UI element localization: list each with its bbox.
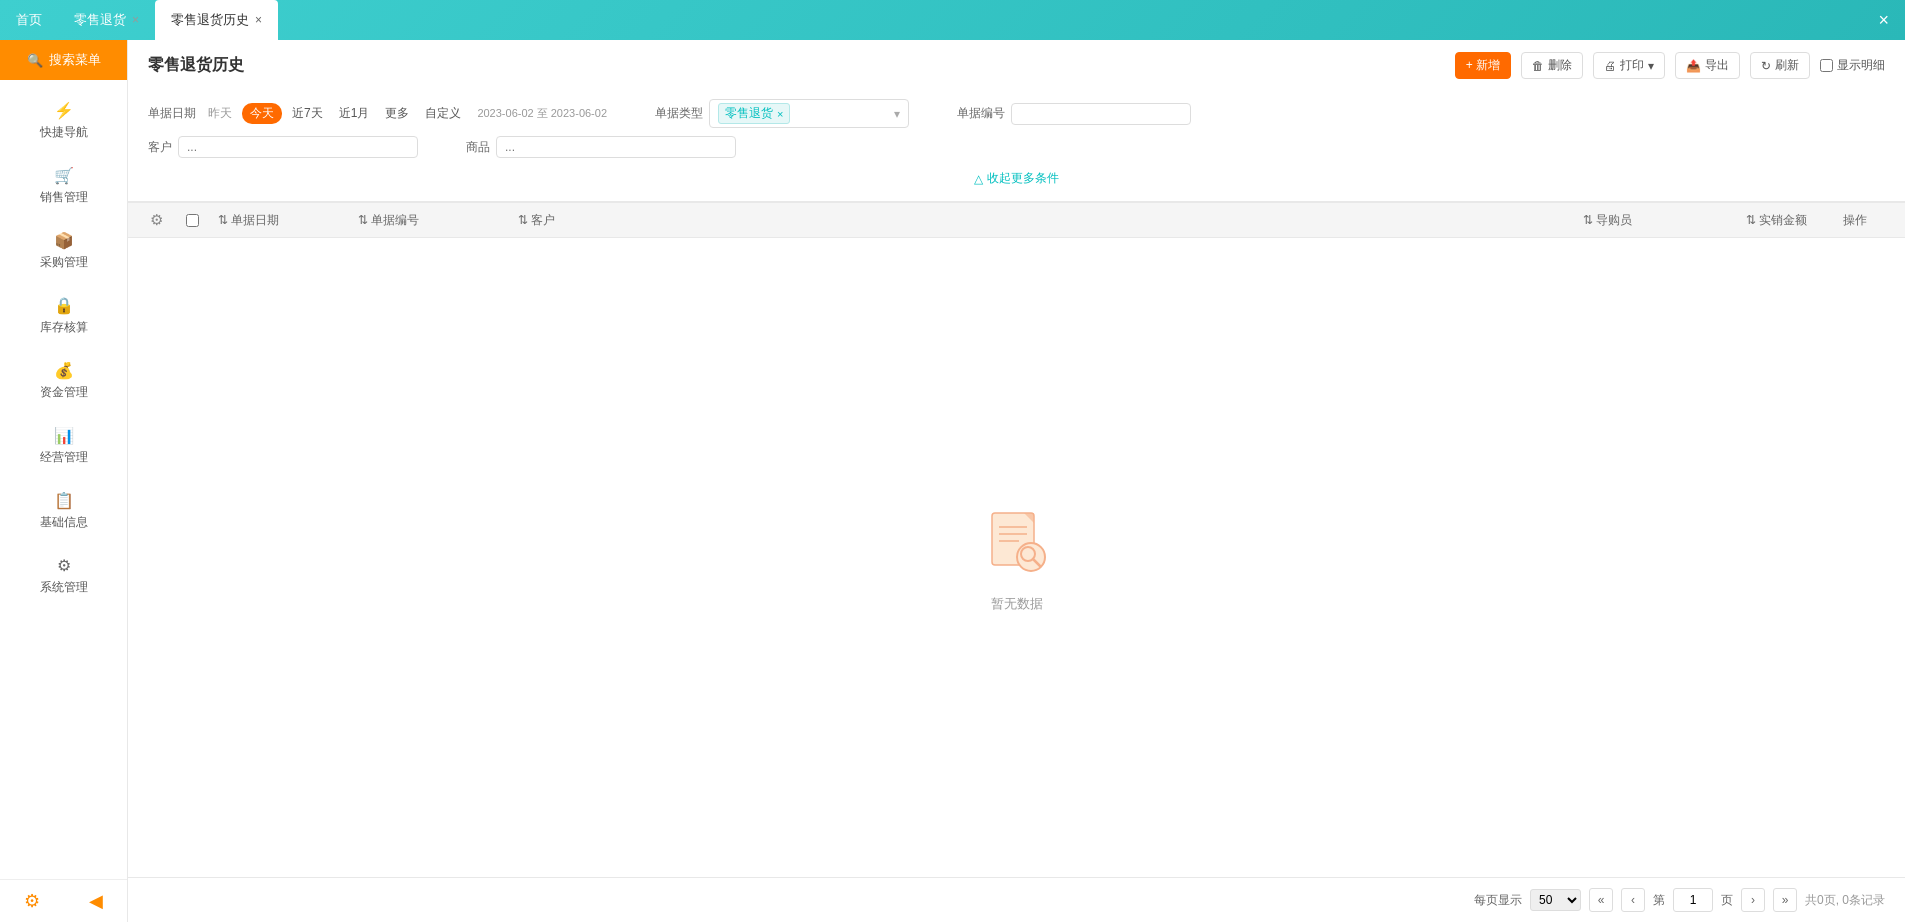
refresh-button[interactable]: ↻ 刷新 [1750, 52, 1810, 79]
customer-filter: 客户 [148, 136, 418, 158]
sidebar-nav: ⚡ 快捷导航 🛒 销售管理 📦 采购管理 🔒 库存核算 💰 资金管理 📊 [0, 80, 127, 879]
show-detail-checkbox-group: 显示明细 [1820, 57, 1885, 74]
sales-icon: 🛒 [54, 165, 74, 185]
new-button[interactable]: + 新增 [1455, 52, 1511, 79]
delete-icon: 🗑 [1532, 59, 1544, 73]
doc-no-input[interactable] [1011, 103, 1191, 125]
filter-row-1: 单据日期 昨天 今天 近7天 近1月 更多 自定义 2023-06-02 至 2… [148, 99, 1885, 128]
date-options: 昨天 今天 近7天 近1月 更多 自定义 [202, 103, 467, 124]
print-button[interactable]: 🖨 打印 ▾ [1593, 52, 1665, 79]
sidebar-item-sales-mgmt[interactable]: 🛒 销售管理 [0, 153, 127, 218]
pagination: 每页显示 50 10 20 100 « ‹ 第 页 › » 共0页, 0条记录 [128, 877, 1905, 922]
collapse-sidebar-icon[interactable]: ◀ [89, 890, 103, 912]
th-doc-date[interactable]: ⇅ 单据日期 [210, 212, 350, 229]
sidebar-item-quick-nav[interactable]: ⚡ 快捷导航 [0, 88, 127, 153]
inventory-icon: 🔒 [54, 295, 74, 315]
today-option[interactable]: 今天 [242, 103, 282, 124]
sidebar: 🔍 搜索菜单 ⚡ 快捷导航 🛒 销售管理 📦 采购管理 🔒 库存核算 💰 [0, 40, 128, 922]
goods-input[interactable] [496, 136, 736, 158]
th-guide[interactable]: ⇅ 导购员 [1575, 212, 1695, 229]
sidebar-item-operation[interactable]: 📊 经营管理 [0, 413, 127, 478]
th-action: 操作 [1815, 212, 1895, 229]
table-header: ⚙ ⇅ 单据日期 ⇅ 单据编号 ⇅ 客户 ⇅ [128, 202, 1905, 238]
prev-page-button[interactable]: ‹ [1621, 888, 1645, 912]
system-icon: ⚙ [54, 555, 74, 575]
tab-retail-return-close[interactable]: × [132, 13, 139, 27]
main-layout: 🔍 搜索菜单 ⚡ 快捷导航 🛒 销售管理 📦 采购管理 🔒 库存核算 💰 [0, 40, 1905, 922]
empty-illustration [977, 503, 1057, 583]
empty-text: 暂无数据 [991, 595, 1043, 613]
first-page-button[interactable]: « [1589, 888, 1613, 912]
more-option[interactable]: 更多 [379, 103, 415, 124]
doc-type-filter: 单据类型 零售退货 × ▾ [655, 99, 909, 128]
empty-state: 暂无数据 [128, 238, 1905, 877]
date-range-text: 2023-06-02 至 2023-06-02 [477, 106, 607, 121]
collapse-icon: △ [974, 172, 983, 186]
doc-type-tag: 零售退货 × [718, 103, 790, 124]
sidebar-item-finance[interactable]: 💰 资金管理 [0, 348, 127, 413]
tab-retail-return-history-close[interactable]: × [255, 13, 262, 27]
sidebar-item-inventory[interactable]: 🔒 库存核算 [0, 283, 127, 348]
toolbar: + 新增 🗑 删除 🖨 打印 ▾ 📤 导出 [1455, 52, 1885, 79]
delete-button[interactable]: 🗑 删除 [1521, 52, 1583, 79]
per-page-select[interactable]: 50 10 20 100 [1530, 889, 1581, 911]
last1m-option[interactable]: 近1月 [333, 103, 376, 124]
window-close-button[interactable]: × [1862, 10, 1905, 31]
tab-retail-return[interactable]: 零售退货 × [58, 0, 155, 40]
page-title: 零售退货历史 [148, 55, 244, 76]
tab-home[interactable]: 首页 [0, 0, 58, 40]
doc-type-dropdown-icon: ▾ [894, 107, 900, 121]
finance-icon: 💰 [54, 360, 74, 380]
sidebar-search[interactable]: 🔍 搜索菜单 [0, 40, 127, 80]
th-amount[interactable]: ⇅ 实销金额 [1695, 212, 1815, 229]
print-dropdown-icon: ▾ [1648, 59, 1654, 73]
last7-option[interactable]: 近7天 [286, 103, 329, 124]
sidebar-item-basic-info[interactable]: 📋 基础信息 [0, 478, 127, 543]
goods-filter: 商品 [466, 136, 736, 158]
sidebar-item-system[interactable]: ⚙ 系统管理 [0, 543, 127, 608]
customer-input[interactable] [178, 136, 418, 158]
sidebar-item-purchase-mgmt[interactable]: 📦 采购管理 [0, 218, 127, 283]
th-checkbox[interactable] [174, 214, 210, 227]
yesterday-option[interactable]: 昨天 [202, 103, 238, 124]
page-header: 零售退货历史 + 新增 🗑 删除 🖨 打印 ▾ 📤 [128, 40, 1905, 202]
th-settings[interactable]: ⚙ [138, 206, 174, 234]
settings-footer-icon[interactable]: ⚙ [24, 890, 40, 912]
purchase-icon: 📦 [54, 230, 74, 250]
custom-option[interactable]: 自定义 [419, 103, 467, 124]
page-title-row: 零售退货历史 + 新增 🗑 删除 🖨 打印 ▾ 📤 [148, 52, 1885, 79]
last-page-button[interactable]: » [1773, 888, 1797, 912]
next-page-button[interactable]: › [1741, 888, 1765, 912]
top-bar: 首页 零售退货 × 零售退货历史 × × [0, 0, 1905, 40]
filter-row-2: 客户 商品 [148, 136, 1885, 158]
operation-icon: 📊 [54, 425, 74, 445]
filter-collapse-button[interactable]: △ 收起更多条件 [148, 166, 1885, 191]
filter-area: 单据日期 昨天 今天 近7天 近1月 更多 自定义 2023-06-02 至 2… [148, 89, 1885, 201]
search-icon: 🔍 [27, 53, 43, 68]
print-icon: 🖨 [1604, 59, 1616, 73]
basic-info-icon: 📋 [54, 490, 74, 510]
content-area: 零售退货历史 + 新增 🗑 删除 🖨 打印 ▾ 📤 [128, 40, 1905, 922]
page-summary: 共0页, 0条记录 [1805, 892, 1885, 909]
page-input[interactable] [1673, 888, 1713, 912]
table-area: ⚙ ⇅ 单据日期 ⇅ 单据编号 ⇅ 客户 ⇅ [128, 202, 1905, 877]
sidebar-footer: ⚙ ◀ [0, 879, 127, 922]
tab-retail-return-history[interactable]: 零售退货历史 × [155, 0, 278, 40]
export-button[interactable]: 📤 导出 [1675, 52, 1740, 79]
th-customer[interactable]: ⇅ 客户 [510, 212, 1575, 229]
doc-type-tag-close[interactable]: × [777, 108, 783, 120]
doc-date-filter: 单据日期 昨天 今天 近7天 近1月 更多 自定义 2023-06-02 至 2… [148, 103, 607, 124]
show-detail-checkbox[interactable] [1820, 59, 1833, 72]
doc-type-select[interactable]: 零售退货 × ▾ [709, 99, 909, 128]
th-doc-no[interactable]: ⇅ 单据编号 [350, 212, 510, 229]
export-icon: 📤 [1686, 59, 1701, 73]
tab-list: 首页 零售退货 × 零售退货历史 × [0, 0, 1862, 40]
settings-gear-icon[interactable]: ⚙ [146, 206, 166, 234]
quick-nav-icon: ⚡ [54, 100, 74, 120]
refresh-icon: ↻ [1761, 59, 1771, 73]
doc-no-filter: 单据编号 [957, 103, 1191, 125]
select-all-checkbox[interactable] [186, 214, 199, 227]
